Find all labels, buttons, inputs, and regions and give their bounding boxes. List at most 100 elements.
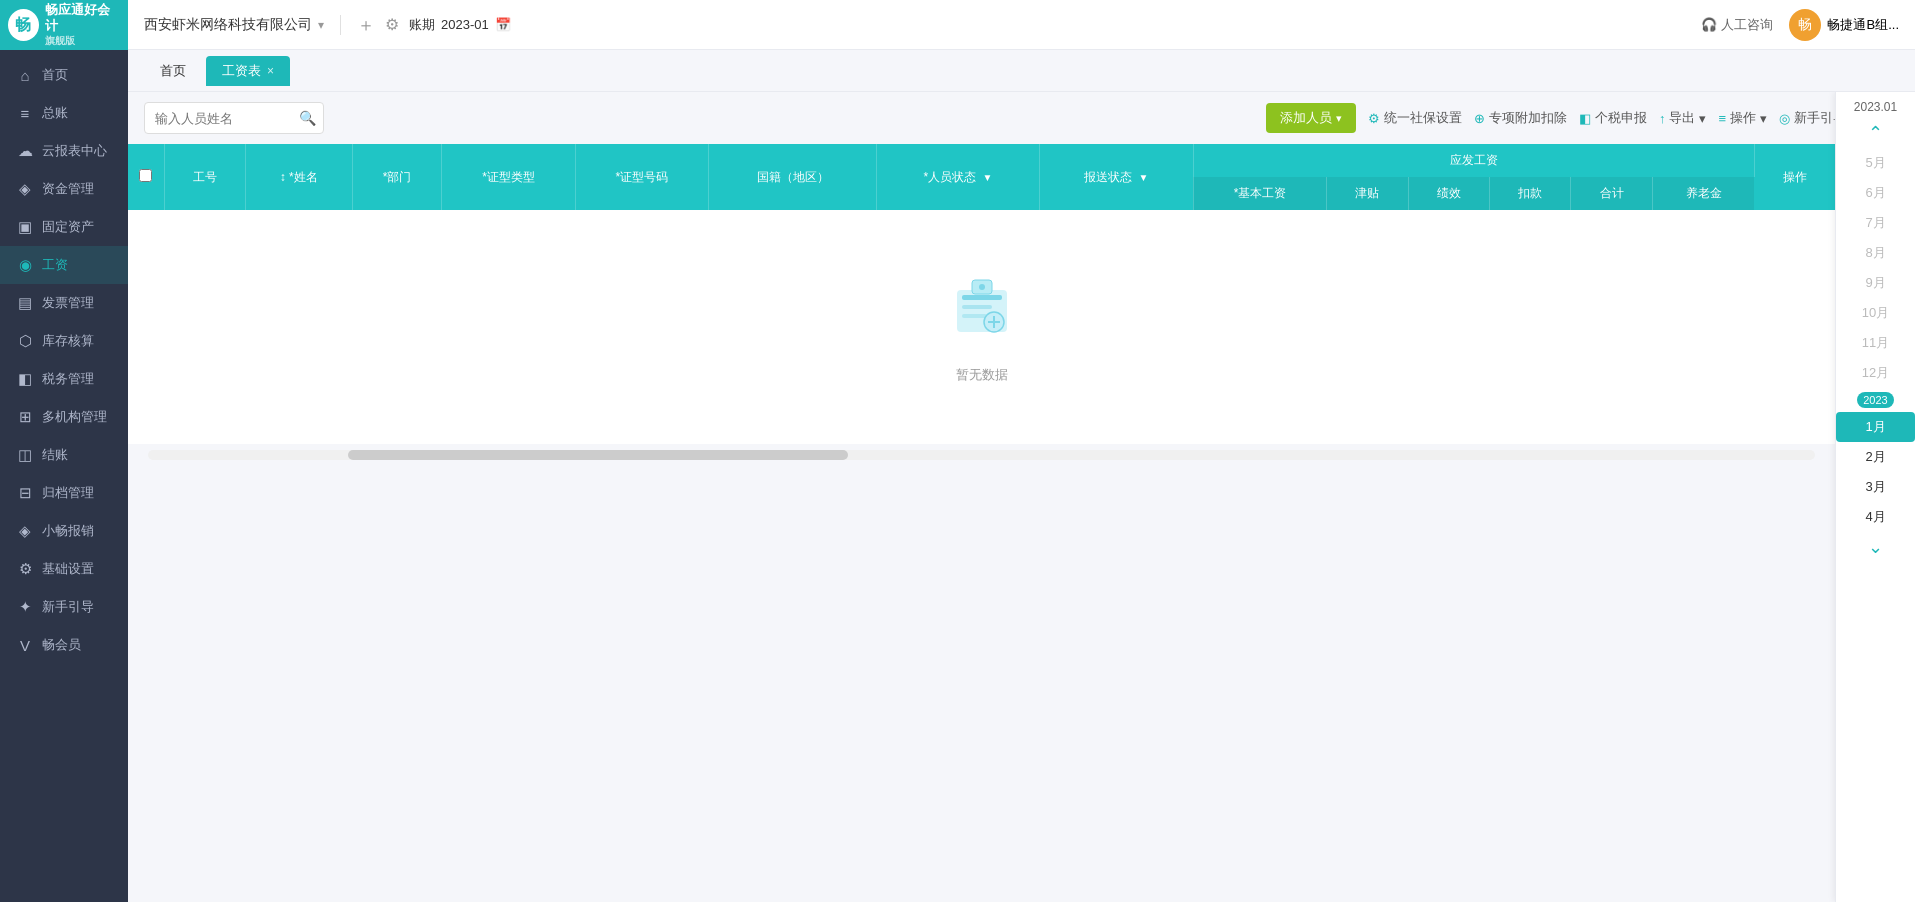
operations-button[interactable]: ≡ 操作 ▾ (1718, 109, 1767, 127)
chevron-down-icon: ▾ (318, 18, 324, 32)
settings-gear-icon[interactable]: ⚙ (385, 15, 399, 34)
sidebar-item-invoice[interactable]: ▤ 发票管理 (0, 284, 128, 322)
th-allowance: 津贴 (1327, 177, 1408, 210)
inventory-icon: ⬡ (16, 332, 34, 350)
company-name: 西安虾米网络科技有限公司 (144, 16, 312, 34)
search-wrap: 🔍 (144, 102, 324, 134)
tab-home-label: 首页 (160, 63, 186, 78)
sidebar-item-cloud[interactable]: ☁ 云报表中心 (0, 132, 128, 170)
cloud-icon: ☁ (16, 142, 34, 160)
operations-chevron: ▾ (1760, 111, 1767, 126)
sidebar-item-wage[interactable]: ◉ 工资 (0, 246, 128, 284)
export-label: 导出 (1669, 109, 1695, 127)
avatar: 畅 (1789, 9, 1821, 41)
operations-label: 操作 (1730, 109, 1756, 127)
sidebar-item-archive[interactable]: ⊟ 归档管理 (0, 474, 128, 512)
period-up-button[interactable]: ⌃ (1864, 118, 1887, 148)
th-person-status: *人员状态 ▼ (877, 144, 1040, 210)
sidebar-item-expense[interactable]: ◈ 小畅报销 (0, 512, 128, 550)
add-company-icon[interactable]: ＋ (357, 13, 375, 37)
filter-icon[interactable]: ▼ (982, 172, 992, 183)
member-icon: V (16, 637, 34, 654)
period-month-1[interactable]: 1月 (1836, 412, 1915, 442)
scrollbar-thumb[interactable] (348, 450, 848, 460)
social-security-icon: ⚙ (1368, 111, 1380, 126)
period-month-4[interactable]: 4月 (1836, 502, 1915, 532)
service-button[interactable]: 🎧 人工咨询 (1701, 16, 1773, 34)
sidebar-item-settings[interactable]: ⚙ 基础设置 (0, 550, 128, 588)
sidebar-item-label: 发票管理 (42, 294, 94, 312)
tab-wage-label: 工资表 (222, 62, 261, 80)
content-area: 🔍 添加人员 ▾ ⚙ 统一社保设置 ⊕ 专项附加扣除 ◧ 个税申报 (128, 92, 1915, 902)
sidebar-nav: ⌂ 首页 ≡ 总账 ☁ 云报表中心 ◈ 资金管理 ▣ 固定资产 ◉ 工资 ▤ 发… (0, 50, 128, 902)
social-security-button[interactable]: ⚙ 统一社保设置 (1368, 109, 1462, 127)
period-month-3[interactable]: 3月 (1836, 472, 1915, 502)
add-person-button[interactable]: 添加人员 ▾ (1266, 103, 1356, 133)
user-area[interactable]: 畅 畅捷通B组... (1789, 9, 1899, 41)
invoice-icon: ▤ (16, 294, 34, 312)
tab-close-icon[interactable]: × (267, 64, 274, 78)
period-month-11[interactable]: 11月 (1836, 328, 1915, 358)
toolbar-right: 添加人员 ▾ ⚙ 统一社保设置 ⊕ 专项附加扣除 ◧ 个税申报 ↑ 导出 (1266, 103, 1899, 133)
sidebar-item-label: 基础设置 (42, 560, 94, 578)
sidebar-item-tax[interactable]: ◧ 税务管理 (0, 360, 128, 398)
select-all-checkbox[interactable] (139, 169, 152, 182)
sidebar-item-close[interactable]: ◫ 结账 (0, 436, 128, 474)
sidebar-item-label: 结账 (42, 446, 68, 464)
period-year-badge: 2023 (1857, 392, 1893, 408)
sidebar-item-label: 畅会员 (42, 636, 81, 654)
period-month-2[interactable]: 2月 (1836, 442, 1915, 472)
tab-home[interactable]: 首页 (144, 56, 202, 86)
logo-icon: 畅 (8, 9, 39, 41)
th-operations: 操作 (1754, 144, 1835, 210)
tab-wage-table[interactable]: 工资表 × (206, 56, 290, 86)
sidebar-item-label: 资金管理 (42, 180, 94, 198)
app-name: 畅应通好会计 (45, 2, 120, 33)
period-month-6[interactable]: 6月 (1836, 178, 1915, 208)
topbar: 西安虾米网络科技有限公司 ▾ ＋ ⚙ 账期 2023-01 📅 🎧 人工咨询 畅… (128, 0, 1915, 50)
export-button[interactable]: ↑ 导出 ▾ (1659, 109, 1707, 127)
sidebar-item-label: 小畅报销 (42, 522, 94, 540)
sidebar-item-assets[interactable]: ▣ 固定资产 (0, 208, 128, 246)
tax-report-button[interactable]: ◧ 个税申报 (1579, 109, 1647, 127)
export-chevron: ▾ (1699, 111, 1706, 126)
special-deduct-label: 专项附加扣除 (1489, 109, 1567, 127)
special-deduct-button[interactable]: ⊕ 专项附加扣除 (1474, 109, 1567, 127)
sidebar-item-ledger[interactable]: ≡ 总账 (0, 94, 128, 132)
empty-text: 暂无数据 (956, 366, 1008, 384)
sidebar-item-label: 多机构管理 (42, 408, 107, 426)
sidebar-item-label: 固定资产 (42, 218, 94, 236)
th-deduction: 扣款 (1489, 177, 1570, 210)
wage-icon: ◉ (16, 256, 34, 274)
sidebar-item-inventory[interactable]: ⬡ 库存核算 (0, 322, 128, 360)
sidebar-item-multi[interactable]: ⊞ 多机构管理 (0, 398, 128, 436)
th-basic-wage: *基本工资 (1193, 177, 1326, 210)
period-month-9[interactable]: 9月 (1836, 268, 1915, 298)
period-month-7[interactable]: 7月 (1836, 208, 1915, 238)
period-month-5[interactable]: 5月 (1836, 148, 1915, 178)
service-label: 人工咨询 (1721, 16, 1773, 34)
sidebar-item-home[interactable]: ⌂ 首页 (0, 56, 128, 94)
horizontal-scrollbar[interactable] (148, 450, 1815, 460)
th-pension: 养老金 (1652, 177, 1754, 210)
filter-icon-2[interactable]: ▼ (1139, 172, 1149, 183)
period-month-8[interactable]: 8月 (1836, 238, 1915, 268)
chevron-down-icon: ▾ (1336, 112, 1342, 125)
separator (340, 15, 341, 35)
checkbox-header[interactable] (128, 144, 164, 210)
company-selector[interactable]: 西安虾米网络科技有限公司 ▾ (144, 16, 324, 34)
sidebar-item-guide[interactable]: ✦ 新手引导 (0, 588, 128, 626)
search-input[interactable] (144, 102, 324, 134)
th-total: 合计 (1571, 177, 1652, 210)
period-month-12[interactable]: 12月 (1836, 358, 1915, 388)
fund-icon: ◈ (16, 180, 34, 198)
period-panel: 2023.01 ⌃ 5月 6月 7月 8月 9月 10月 11月 12月 202… (1835, 92, 1915, 902)
period-month-10[interactable]: 10月 (1836, 298, 1915, 328)
period-header-value: 2023.01 (1854, 100, 1897, 114)
home-icon: ⌂ (16, 67, 34, 84)
table-wrap: 工号 ↕ *姓名 *部门 *证型类型 *证型号码 国籍（地区） *人员状态 ▼ … (128, 144, 1835, 902)
period-down-button[interactable]: ⌄ (1864, 532, 1887, 562)
sidebar-item-member[interactable]: V 畅会员 (0, 626, 128, 664)
sidebar-item-fund[interactable]: ◈ 资金管理 (0, 170, 128, 208)
calendar-icon[interactable]: 📅 (495, 17, 511, 32)
